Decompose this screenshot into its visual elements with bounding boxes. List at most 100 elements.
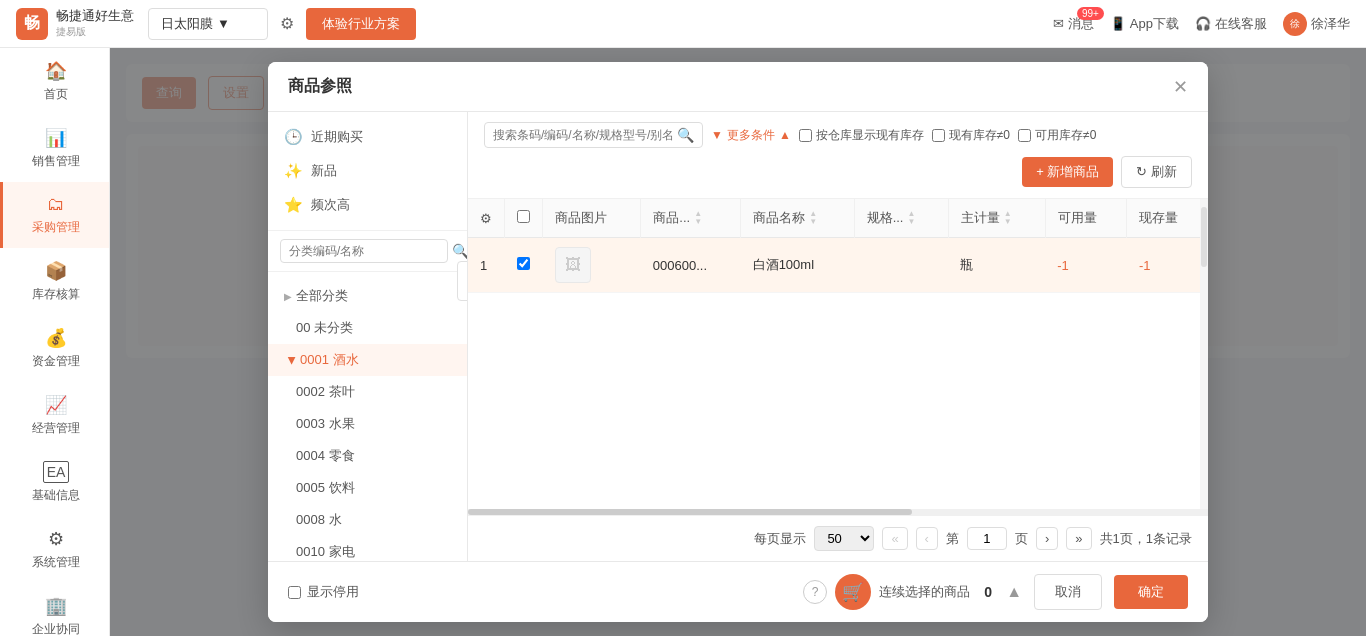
warehouse-display-checkbox-wrap[interactable]: 按仓库显示现有库存 xyxy=(799,127,924,144)
main-layout: 🏠 首页 📊 销售管理 🗂 采购管理 📦 库存核算 💰 资金管理 📈 经营管理 … xyxy=(0,48,1366,636)
app-download-button[interactable]: 📱 App下载 xyxy=(1110,15,1179,33)
page-size-select[interactable]: 50 10 20 100 xyxy=(814,526,874,551)
usable-stock-checkbox-wrap[interactable]: 可用库存≠0 xyxy=(1018,127,1096,144)
quick-links: 🕒 近期购买 ✨ 新品 ⭐ 频次高 xyxy=(268,112,467,231)
nav-right: ✉ 消息 99+ 📱 App下载 🎧 在线客服 徐 徐泽华 xyxy=(1053,12,1350,36)
category-0005[interactable]: 0005 饮料 xyxy=(268,472,467,504)
modal-toolbar: 🔍 ▼ 更多条件 ▲ 按仓库显示现有库存 xyxy=(468,112,1208,199)
sidebar-item-operation[interactable]: 📈 经营管理 xyxy=(0,382,109,449)
last-page-button[interactable]: » xyxy=(1066,527,1091,550)
next-page-button[interactable]: › xyxy=(1036,527,1058,550)
product-reference-modal: 商品参照 ✕ 🕒 近期购买 ✨ xyxy=(268,62,1208,622)
category-0010[interactable]: 0010 家电 xyxy=(268,536,467,561)
col-name[interactable]: 商品名称 ▲ ▼ xyxy=(741,199,855,238)
table-horizontal-scrollbar[interactable] xyxy=(468,509,1208,515)
page-number-input[interactable] xyxy=(967,527,1007,550)
company-dropdown[interactable]: 日太阳膜 ▼ xyxy=(148,8,268,40)
modal-title: 商品参照 xyxy=(288,76,352,97)
row-checkbox[interactable] xyxy=(517,257,530,270)
inventory-icon: 📦 xyxy=(45,260,67,282)
available-stock-checkbox-wrap[interactable]: 现有库存≠0 xyxy=(932,127,1010,144)
selected-count: 0 xyxy=(978,584,998,600)
confirm-button[interactable]: 确定 xyxy=(1114,575,1188,609)
row-available: -1 xyxy=(1045,238,1127,293)
category-search-input[interactable] xyxy=(280,239,448,263)
quick-link-frequent[interactable]: ⭐ 频次高 xyxy=(268,188,467,222)
refresh-button[interactable]: ↻ 刷新 xyxy=(1121,156,1192,188)
row-name: 白酒100ml xyxy=(741,238,855,293)
category-00[interactable]: 00 未分类 xyxy=(268,312,467,344)
category-tree: ▶ 全部分类 00 未分类 ▶ 0001 酒水 0002 茶 xyxy=(268,272,467,561)
category-0004[interactable]: 0004 零食 xyxy=(268,440,467,472)
select-all-checkbox[interactable] xyxy=(517,210,530,223)
chevron-down-icon: ▼ xyxy=(217,16,230,31)
column-settings-icon[interactable]: ⚙ xyxy=(480,211,492,226)
cancel-button[interactable]: 取消 xyxy=(1034,574,1102,610)
help-button[interactable]: ? xyxy=(803,580,827,604)
sales-icon: 📊 xyxy=(45,127,67,149)
warehouse-display-checkbox[interactable] xyxy=(799,129,812,142)
sidebar-item-inventory[interactable]: 📦 库存核算 xyxy=(0,248,109,315)
footer-cart-area: ? 🛒 连续选择的商品 0 ▲ xyxy=(803,574,1022,610)
product-thumbnail: 🖼 xyxy=(555,247,591,283)
messages-button[interactable]: ✉ 消息 99+ xyxy=(1053,15,1094,33)
system-icon: ⚙ xyxy=(48,528,64,550)
sidebar-item-sales[interactable]: 📊 销售管理 xyxy=(0,115,109,182)
sidebar-item-purchase[interactable]: 🗂 采购管理 xyxy=(0,182,109,248)
product-table-wrap: ⚙ 商品图片 xyxy=(468,199,1208,509)
category-0003[interactable]: 0003 水果 xyxy=(268,408,467,440)
online-service-button[interactable]: 🎧 在线客服 xyxy=(1195,15,1267,33)
row-unit: 瓶 xyxy=(948,238,1045,293)
col-settings[interactable]: ⚙ xyxy=(468,199,505,238)
sidebar-item-base[interactable]: EA 基础信息 xyxy=(0,449,109,516)
gear-button[interactable]: ⚙ xyxy=(280,14,294,33)
first-page-button[interactable]: « xyxy=(882,527,907,550)
modal-left-panel: 🕒 近期购买 ✨ 新品 ⭐ 频次高 xyxy=(268,112,468,561)
trial-button[interactable]: 体验行业方案 xyxy=(306,8,416,40)
content-area: 查询 设置 刷新 商品参照 ✕ xyxy=(110,48,1366,636)
sidebar-item-system[interactable]: ⚙ 系统管理 xyxy=(0,516,109,583)
category-0008[interactable]: 0008 水 xyxy=(268,504,467,536)
sort-down-icon: ▼ xyxy=(694,218,702,226)
filter-up-icon: ▲ xyxy=(779,128,791,142)
sidebar-item-finance[interactable]: 💰 资金管理 xyxy=(0,315,109,382)
sort-down-icon: ▼ xyxy=(809,218,817,226)
row-checkbox-cell xyxy=(505,238,543,293)
col-unit[interactable]: 主计量 ▲ ▼ xyxy=(948,199,1045,238)
product-search-input[interactable] xyxy=(493,128,673,142)
show-disabled-checkbox-wrap[interactable]: 显示停用 xyxy=(288,583,359,601)
category-all[interactable]: ▶ 全部分类 xyxy=(268,280,467,312)
recent-icon: 🕒 xyxy=(284,128,303,146)
new-product-button[interactable]: + 新增商品 xyxy=(1022,157,1113,187)
sort-down-icon: ▼ xyxy=(907,218,915,226)
modal-close-button[interactable]: ✕ xyxy=(1173,78,1188,96)
enterprise-icon: 🏢 xyxy=(45,595,67,617)
col-image: 商品图片 xyxy=(543,199,641,238)
quick-link-new[interactable]: ✨ 新品 xyxy=(268,154,467,188)
category-0001[interactable]: ▶ 0001 酒水 xyxy=(268,344,467,376)
cart-icon: 🛒 xyxy=(842,581,864,603)
sidebar-item-home[interactable]: 🏠 首页 xyxy=(0,48,109,115)
category-search-button[interactable]: 🔍 xyxy=(452,243,468,259)
table-vertical-scrollbar[interactable] xyxy=(1200,199,1208,509)
prev-page-button[interactable]: ‹ xyxy=(916,527,938,550)
message-icon: ✉ xyxy=(1053,16,1064,31)
user-menu[interactable]: 徐 徐泽华 xyxy=(1283,12,1350,36)
usable-stock-checkbox[interactable] xyxy=(1018,129,1031,142)
h-scrollbar-thumb xyxy=(468,509,912,515)
sidebar-item-enterprise[interactable]: 🏢 企业协同 xyxy=(0,583,109,636)
quick-link-recent[interactable]: 🕒 近期购买 xyxy=(268,120,467,154)
available-stock-checkbox[interactable] xyxy=(932,129,945,142)
show-disabled-checkbox[interactable] xyxy=(288,586,301,599)
operation-icon: 📈 xyxy=(45,394,67,416)
collapse-cart-button[interactable]: ▲ xyxy=(1006,583,1022,601)
product-table: ⚙ 商品图片 xyxy=(468,199,1208,293)
headset-icon: 🎧 xyxy=(1195,16,1211,31)
more-filter-button[interactable]: ▼ 更多条件 ▲ xyxy=(711,127,791,144)
col-spec[interactable]: 规格... ▲ ▼ xyxy=(854,199,948,238)
col-code[interactable]: 商品... ▲ ▼ xyxy=(641,199,741,238)
cart-button[interactable]: 🛒 xyxy=(835,574,871,610)
table-row[interactable]: 1 🖼 xyxy=(468,238,1208,293)
category-0002[interactable]: 0002 茶叶 xyxy=(268,376,467,408)
collapse-panel-btn[interactable]: 《 xyxy=(457,261,468,301)
